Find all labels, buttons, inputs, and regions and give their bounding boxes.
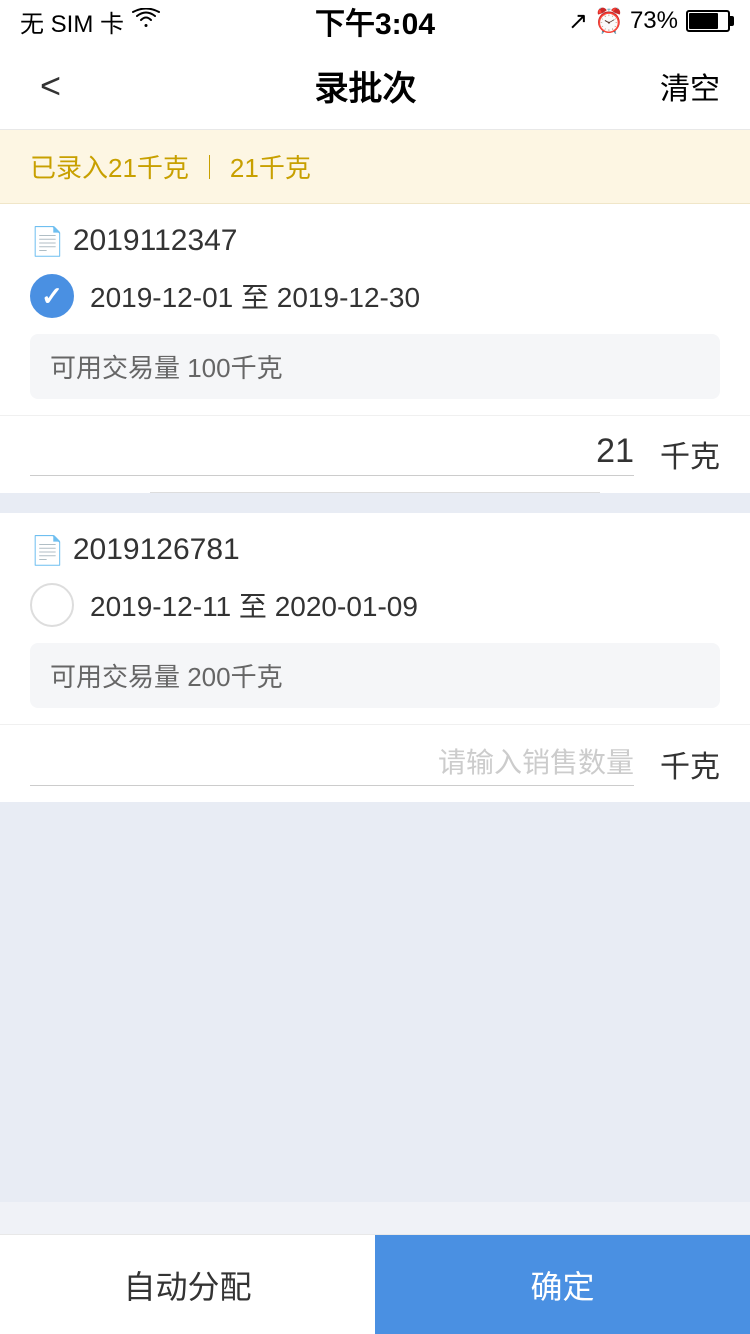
empty-area (0, 802, 750, 1202)
wifi-icon (132, 7, 160, 35)
info-divider (209, 155, 210, 179)
quantity-row-1: 21 千克 (0, 415, 750, 492)
quantity-value-1: 21 (596, 432, 634, 471)
batch-id-2: 2019126781 (73, 533, 240, 567)
back-button[interactable]: < (30, 55, 71, 117)
auto-distribute-button[interactable]: 自动分配 (0, 1235, 375, 1334)
batch-icon-1: 📄 (30, 225, 65, 258)
quantity-input-wrapper-1: 21 (30, 432, 634, 476)
status-right: ↗ ⏰ 73% (568, 7, 730, 36)
batch-item-1: 📄 2019112347 2019-12-01 至 2019-12-30 可用交… (0, 204, 750, 493)
alarm-icon: ⏰ (594, 7, 624, 36)
radio-2[interactable] (30, 583, 74, 627)
carrier-label: 无 SIM 卡 (20, 4, 124, 39)
battery-percentage: 73% (630, 7, 678, 35)
quantity-unit-2: 千克 (660, 742, 720, 786)
batch-icon-2: 📄 (30, 534, 65, 567)
info-banner: 已录入21千克 21千克 (0, 130, 750, 204)
batch-separator (0, 493, 750, 513)
quantity-row-2: 请输入销售数量 千克 (0, 724, 750, 802)
status-time: 下午3:04 (315, 0, 435, 43)
quantity-unit-1: 千克 (660, 432, 720, 476)
bottom-bar: 自动分配 确定 (0, 1234, 750, 1334)
batch-row-1[interactable]: 2019-12-01 至 2019-12-30 (0, 266, 750, 330)
batch-availability-2: 可用交易量 200千克 (30, 643, 720, 708)
batch-item-2: 📄 2019126781 2019-12-11 至 2020-01-09 可用交… (0, 513, 750, 802)
batch-date-1: 2019-12-01 至 2019-12-30 (90, 276, 420, 316)
batch-header-2: 📄 2019126781 (0, 513, 750, 575)
info-value: 21千克 (230, 148, 311, 185)
nav-bar: < 录批次 清空 (0, 42, 750, 130)
batch-row-2[interactable]: 2019-12-11 至 2020-01-09 (0, 575, 750, 639)
batch-id-1: 2019112347 (73, 224, 238, 258)
status-bar: 无 SIM 卡 下午3:04 ↗ ⏰ 73% (0, 0, 750, 42)
clear-button[interactable]: 清空 (660, 64, 720, 108)
main-content: 📄 2019112347 2019-12-01 至 2019-12-30 可用交… (0, 204, 750, 1302)
quantity-input-wrapper-2[interactable]: 请输入销售数量 (30, 741, 634, 786)
battery-icon (686, 10, 730, 32)
batch-date-2: 2019-12-11 至 2020-01-09 (90, 585, 418, 625)
page-title: 录批次 (315, 61, 417, 110)
status-left: 无 SIM 卡 (20, 4, 160, 39)
location-icon: ↗ (568, 7, 588, 36)
batch-availability-1: 可用交易量 100千克 (30, 334, 720, 399)
radio-1[interactable] (30, 274, 74, 318)
info-label: 已录入21千克 (30, 148, 189, 185)
quantity-placeholder-2: 请输入销售数量 (30, 741, 634, 781)
confirm-button[interactable]: 确定 (375, 1235, 750, 1334)
batch-header-1: 📄 2019112347 (0, 204, 750, 266)
